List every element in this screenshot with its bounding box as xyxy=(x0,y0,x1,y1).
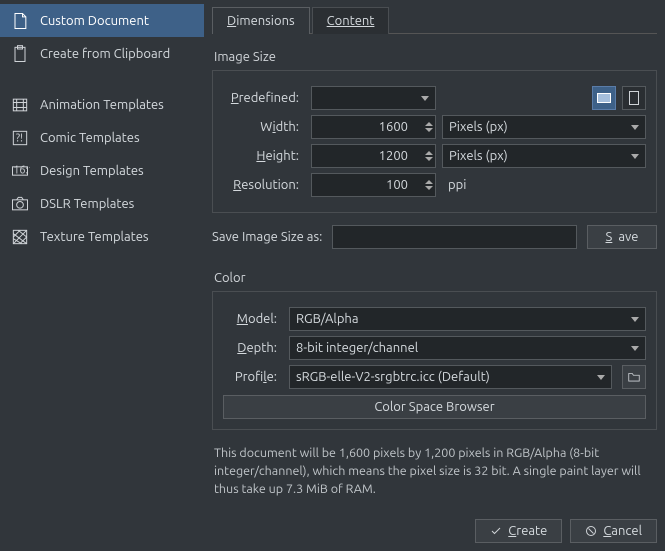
cancel-icon xyxy=(585,525,597,537)
predefined-combo[interactable] xyxy=(311,86,436,110)
height-spin[interactable] xyxy=(311,144,436,168)
sidebar-item-animation[interactable]: Animation Templates xyxy=(0,88,204,121)
svg-text:16:10: 16:10 xyxy=(13,164,30,176)
sidebar-item-label: Animation Templates xyxy=(40,98,164,112)
height-input[interactable] xyxy=(318,149,408,163)
model-label: Model: xyxy=(223,312,283,326)
orientation-landscape-button[interactable] xyxy=(592,86,616,110)
landscape-icon xyxy=(597,93,611,103)
camera-icon xyxy=(10,194,30,214)
check-icon xyxy=(490,525,502,537)
orientation-portrait-button[interactable] xyxy=(622,86,646,110)
save-as-input[interactable] xyxy=(332,225,577,249)
sidebar-item-label: Custom Document xyxy=(40,14,149,28)
depth-combo[interactable]: 8-bit integer/channel xyxy=(289,336,646,360)
width-unit-combo[interactable]: Pixels (px) xyxy=(442,115,646,139)
sidebar-item-label: Texture Templates xyxy=(40,230,149,244)
profile-combo[interactable]: sRGB-elle-V2-srgbtrc.icc (Default) xyxy=(289,365,612,389)
texture-icon xyxy=(10,227,30,247)
chevron-down-icon xyxy=(631,317,639,322)
image-size-heading: Image Size xyxy=(214,50,657,64)
portrait-icon xyxy=(629,91,639,105)
resolution-label: Resolution: xyxy=(223,178,305,192)
chevron-down-icon xyxy=(631,346,639,351)
color-space-browser-button[interactable]: Color Space Browser xyxy=(223,395,646,419)
sidebar-item-custom-document[interactable]: Custom Document xyxy=(0,4,204,37)
folder-icon xyxy=(627,370,641,384)
film-icon xyxy=(10,95,30,115)
sidebar: Custom Document Create from Clipboard An… xyxy=(0,0,204,551)
spin-up-icon[interactable] xyxy=(425,122,433,126)
color-heading: Color xyxy=(214,271,657,285)
model-combo[interactable]: RGB/Alpha xyxy=(289,307,646,331)
main-panel: Dimensions Content Image Size Predefined… xyxy=(204,0,665,551)
predefined-label: Predefined: xyxy=(223,91,305,105)
resolution-unit: ppi xyxy=(442,178,466,192)
chevron-down-icon xyxy=(421,96,429,101)
sidebar-item-clipboard[interactable]: Create from Clipboard xyxy=(0,37,204,70)
sidebar-item-dslr[interactable]: DSLR Templates xyxy=(0,187,204,220)
chevron-down-icon xyxy=(597,375,605,380)
sidebar-item-label: DSLR Templates xyxy=(40,197,134,211)
resolution-input[interactable] xyxy=(318,178,408,192)
depth-label: Depth: xyxy=(223,341,283,355)
sidebar-item-texture[interactable]: Texture Templates xyxy=(0,220,204,253)
create-button[interactable]: Create xyxy=(475,519,562,543)
sidebar-item-comic[interactable]: ?! Comic Templates xyxy=(0,121,204,154)
document-icon xyxy=(10,11,30,31)
tab-dimensions[interactable]: Dimensions xyxy=(212,7,310,34)
tab-bar: Dimensions Content xyxy=(212,6,657,34)
spin-down-icon[interactable] xyxy=(425,157,433,161)
spin-down-icon[interactable] xyxy=(425,128,433,132)
sidebar-item-label: Design Templates xyxy=(40,164,144,178)
width-input[interactable] xyxy=(318,120,408,134)
profile-label: Profile: xyxy=(223,370,283,384)
sidebar-item-label: Create from Clipboard xyxy=(40,47,170,61)
comic-icon: ?! xyxy=(10,128,30,148)
width-label: Width: xyxy=(223,120,305,134)
spin-up-icon[interactable] xyxy=(425,151,433,155)
height-label: Height: xyxy=(223,149,305,163)
width-spin[interactable] xyxy=(311,115,436,139)
sidebar-item-design[interactable]: 16:10 Design Templates xyxy=(0,154,204,187)
chevron-down-icon xyxy=(631,154,639,159)
svg-text:?!: ?! xyxy=(16,132,23,144)
aspect-icon: 16:10 xyxy=(10,161,30,181)
cancel-button[interactable]: Cancel xyxy=(570,519,657,543)
image-size-group: Image Size Predefined: Width: xyxy=(212,44,657,213)
sidebar-item-label: Comic Templates xyxy=(40,131,140,145)
spin-down-icon[interactable] xyxy=(425,186,433,190)
chevron-down-icon xyxy=(631,125,639,130)
resolution-spin[interactable] xyxy=(311,173,436,197)
save-button[interactable]: Save xyxy=(587,225,657,249)
tab-content[interactable]: Content xyxy=(312,7,390,34)
clipboard-icon xyxy=(10,44,30,64)
spin-up-icon[interactable] xyxy=(425,180,433,184)
footer: Create Cancel xyxy=(212,511,657,543)
save-as-label: Save Image Size as: xyxy=(212,230,322,244)
height-unit-combo[interactable]: Pixels (px) xyxy=(442,144,646,168)
profile-open-button[interactable] xyxy=(622,365,646,389)
summary-text: This document will be 1,600 pixels by 1,… xyxy=(214,444,655,498)
color-group: Color Model: RGB/Alpha Depth: 8-bit inte… xyxy=(212,265,657,430)
